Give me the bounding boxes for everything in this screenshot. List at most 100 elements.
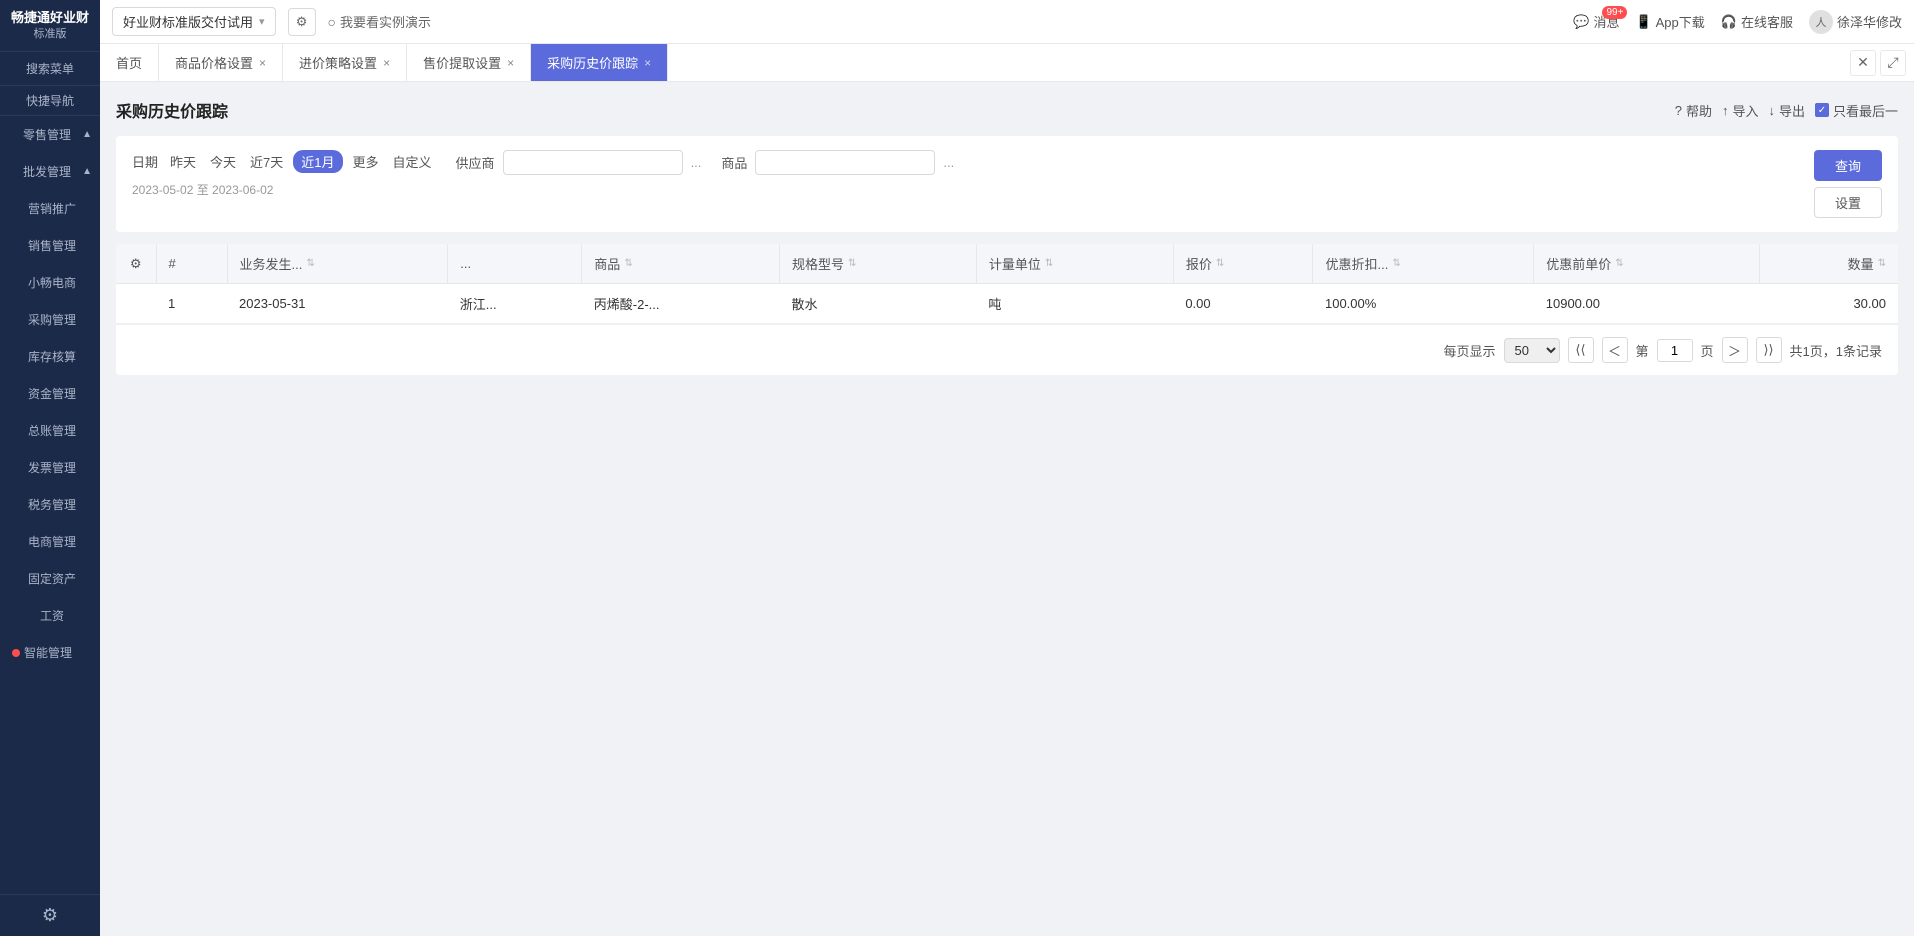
avatar: 人 — [1809, 10, 1833, 34]
sort-spec-icon: ⇅ — [848, 258, 856, 269]
gear-icon: ⚙ — [296, 14, 308, 30]
last-only-checkbox[interactable]: ✓ 只看最后一 — [1815, 101, 1898, 120]
cell-discount: 100.00% — [1313, 284, 1534, 324]
date-opt-today[interactable]: 今天 — [206, 150, 240, 173]
tab-price-extract-close[interactable]: × — [507, 56, 514, 70]
th-biz-date[interactable]: 业务发生... ⇅ — [227, 244, 448, 284]
th-gear[interactable]: ⚙ — [116, 244, 156, 284]
tab-purchase-history-label: 采购历史价跟踪 — [547, 53, 638, 72]
sort-unit-icon: ⇅ — [1045, 258, 1053, 269]
product-input[interactable] — [755, 150, 935, 175]
page-input[interactable] — [1657, 339, 1693, 362]
sidebar-item-tax[interactable]: 税务管理 — [0, 486, 100, 523]
pagination: 每页显示 50 100 200 ⟨⟨ ＜ 第 页 ＞ ⟩⟩ 共1页，1条记录 — [116, 324, 1898, 375]
supplier-input[interactable] — [503, 150, 683, 175]
tab-purchase-strategy[interactable]: 进价策略设置 × — [283, 44, 407, 81]
user-name: 徐泽华修改 — [1837, 12, 1902, 31]
sidebar-nav[interactable]: 快捷导航 — [0, 86, 100, 116]
supplier-filter-label: 供应商 — [456, 153, 495, 172]
th-pre-discount-price[interactable]: 优惠前单价 ⇅ — [1534, 244, 1760, 284]
date-range-display: 2023-05-02 至 2023-06-02 — [132, 181, 436, 198]
date-opt-last1m[interactable]: 近1月 — [293, 150, 342, 173]
help-link[interactable]: ? 帮助 — [1675, 101, 1712, 120]
tab-purchase-history-close[interactable]: × — [644, 56, 651, 70]
th-quantity[interactable]: 数量 ⇅ — [1759, 244, 1898, 284]
th-spec[interactable]: 规格型号 ⇅ — [779, 244, 976, 284]
sidebar-item-finance[interactable]: 资金管理 — [0, 375, 100, 412]
export-label: 导出 — [1779, 101, 1805, 120]
cell-unit: 吨 — [976, 284, 1173, 324]
cell-spec: 散水 — [779, 284, 976, 324]
topbar-selector[interactable]: 好业财标准版交付试用 ▾ — [112, 7, 276, 36]
date-filter-group: 日期 昨天 今天 近7天 近1月 更多 自定义 — [132, 150, 436, 173]
topbar: 好业财标准版交付试用 ▾ ⚙ ○ 我要看实例演示 💬 消息 99+ 📱 App下… — [100, 0, 1914, 44]
sidebar-item-ecommerce-small[interactable]: 小畅电商 — [0, 264, 100, 301]
logo-main: 畅捷通好业财 — [8, 10, 92, 27]
page-title: 采购历史价跟踪 — [116, 98, 228, 122]
date-opt-custom[interactable]: 自定义 — [389, 150, 436, 173]
th-more[interactable]: ... — [448, 244, 582, 284]
cell-product: 丙烯酸-2-... — [582, 284, 780, 324]
date-opt-yesterday[interactable]: 昨天 — [166, 150, 200, 173]
tab-home[interactable]: 首页 — [100, 44, 159, 81]
tab-home-label: 首页 — [116, 53, 142, 72]
import-link[interactable]: ↑ 导入 — [1722, 101, 1759, 120]
sidebar-item-purchase[interactable]: 采购管理 — [0, 301, 100, 338]
sidebar-item-wholesale[interactable]: 批发管理 ▲ — [0, 153, 100, 190]
tab-expand-button[interactable]: ⤢ — [1880, 50, 1906, 76]
sidebar-item-invoice[interactable]: 发票管理 — [0, 449, 100, 486]
topbar-online-service[interactable]: 🎧 在线客服 — [1721, 12, 1793, 31]
tab-purchase-history[interactable]: 采购历史价跟踪 × — [531, 44, 668, 81]
first-page-button[interactable]: ⟨⟨ — [1568, 337, 1594, 363]
main-area: 好业财标准版交付试用 ▾ ⚙ ○ 我要看实例演示 💬 消息 99+ 📱 App下… — [100, 0, 1914, 936]
last-only-label: 只看最后一 — [1833, 101, 1898, 120]
th-discount[interactable]: 优惠折扣... ⇅ — [1313, 244, 1534, 284]
import-icon: ↑ — [1722, 103, 1729, 118]
settings-button[interactable]: 设置 — [1814, 187, 1882, 218]
sidebar-item-smart[interactable]: 智能管理 — [0, 634, 100, 671]
product-more-icon[interactable]: ... — [943, 155, 954, 170]
date-options: 昨天 今天 近7天 近1月 更多 自定义 — [166, 150, 436, 173]
th-quote[interactable]: 报价 ⇅ — [1173, 244, 1313, 284]
prev-page-button[interactable]: ＜ — [1602, 337, 1628, 363]
supplier-more-icon[interactable]: ... — [691, 155, 702, 170]
sidebar-item-inventory[interactable]: 库存核算 — [0, 338, 100, 375]
sort-product-icon: ⇅ — [624, 258, 632, 269]
topbar-message[interactable]: 💬 消息 99+ — [1573, 12, 1619, 31]
tab-purchase-strategy-close[interactable]: × — [383, 56, 390, 70]
query-button[interactable]: 查询 — [1814, 150, 1882, 181]
sidebar-item-marketing[interactable]: 营销推广 — [0, 190, 100, 227]
tab-price[interactable]: 商品价格设置 × — [159, 44, 283, 81]
sidebar-settings-icon[interactable]: ⚙ — [0, 894, 100, 936]
sidebar-item-fixed-assets[interactable]: 固定资产 — [0, 560, 100, 597]
sidebar-search[interactable]: 搜索菜单 — [0, 52, 100, 86]
last-page-button[interactable]: ⟩⟩ — [1756, 337, 1782, 363]
app-icon: 📱 — [1635, 14, 1651, 30]
tab-close-button[interactable]: ✕ — [1850, 50, 1876, 76]
data-table: ⚙ # 业务发生... ⇅ ... 商品 ⇅ — [116, 244, 1898, 324]
th-product[interactable]: 商品 ⇅ — [582, 244, 780, 284]
sidebar-item-general-ledger[interactable]: 总账管理 — [0, 412, 100, 449]
next-page-button[interactable]: ＞ — [1722, 337, 1748, 363]
sidebar-item-ecommerce[interactable]: 电商管理 — [0, 523, 100, 560]
tab-price-close[interactable]: × — [259, 56, 266, 70]
sidebar-item-salary[interactable]: 工资 — [0, 597, 100, 634]
tab-price-extract[interactable]: 售价提取设置 × — [407, 44, 531, 81]
table-row[interactable]: 1 2023-05-31 浙江... 丙烯酸-2-... 散水 吨 0.00 1… — [116, 284, 1898, 324]
sidebar-item-sales[interactable]: 销售管理 — [0, 227, 100, 264]
date-opt-last7[interactable]: 近7天 — [246, 150, 287, 173]
date-filter-label: 日期 — [132, 152, 158, 171]
th-unit[interactable]: 计量单位 ⇅ — [976, 244, 1173, 284]
per-page-select[interactable]: 50 100 200 — [1504, 338, 1560, 363]
topbar-user[interactable]: 人 徐泽华修改 — [1809, 10, 1902, 34]
date-opt-more[interactable]: 更多 — [349, 150, 383, 173]
sidebar-logo: 畅捷通好业财 标准版 — [0, 0, 100, 52]
export-link[interactable]: ↓ 导出 — [1768, 101, 1805, 120]
topbar-gear-button[interactable]: ⚙ — [288, 8, 316, 36]
sidebar-item-retail[interactable]: 零售管理 ▲ — [0, 116, 100, 153]
table-header-row: ⚙ # 业务发生... ⇅ ... 商品 ⇅ — [116, 244, 1898, 284]
topbar-app-download[interactable]: 📱 App下载 — [1635, 12, 1704, 31]
message-icon: 💬 — [1573, 14, 1589, 30]
topbar-demo[interactable]: ○ 我要看实例演示 — [328, 12, 431, 31]
sidebar: 畅捷通好业财 标准版 搜索菜单 快捷导航 零售管理 ▲ 批发管理 ▲ 营销推广 … — [0, 0, 100, 936]
